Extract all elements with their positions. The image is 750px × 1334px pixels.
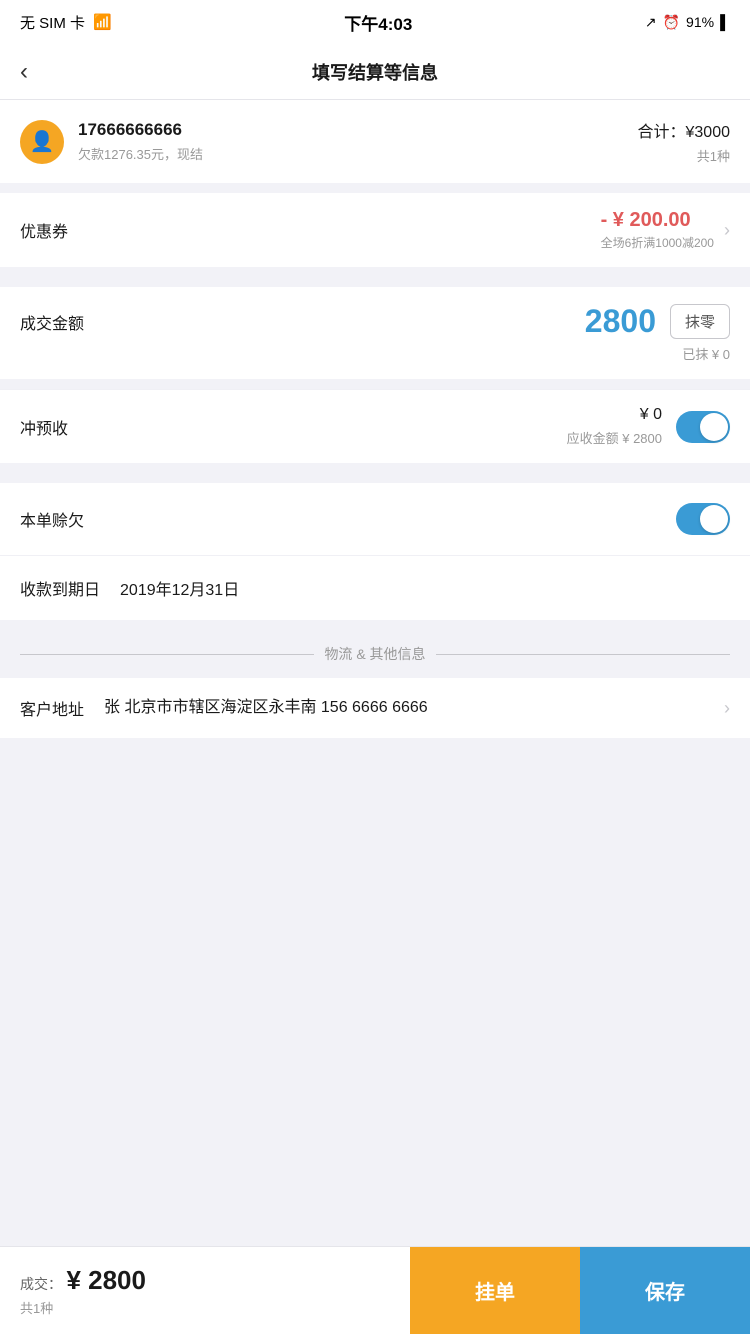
battery-icon: ▌ <box>720 14 730 30</box>
content-area: 👤 17666666666 欠款1276.35元，现结 合计：¥3000 共1种… <box>0 100 750 968</box>
customer-total: 合计：¥3000 <box>637 118 730 142</box>
coupon-label: 优惠券 <box>20 218 68 242</box>
prepay-right: ¥ 0 应收金额 ¥ 2800 <box>567 406 730 447</box>
section-divider-1 <box>0 277 750 287</box>
bottom-gray-area <box>0 748 750 868</box>
bottom-total-line: 成交： ¥ 2800 <box>20 1265 390 1296</box>
due-date-section: 收款到期日 2019年12月31日 <box>0 555 750 620</box>
clock-icon: ⏰ <box>663 14 680 31</box>
hang-button[interactable]: 挂单 <box>410 1247 580 1334</box>
address-label: 客户地址 <box>20 696 90 720</box>
total-value: ¥3000 <box>686 124 731 141</box>
due-label: 收款到期日 <box>20 576 100 600</box>
customer-sub: 欠款1276.35元，现结 <box>78 144 203 163</box>
amount-value: 2800 <box>585 303 656 340</box>
status-left: 无 SIM 卡 📶 <box>20 12 112 33</box>
prepay-section: 冲预收 ¥ 0 应收金额 ¥ 2800 <box>0 389 750 463</box>
customer-count: 共1种 <box>637 146 730 165</box>
avatar-icon: 👤 <box>30 129 55 154</box>
amount-row: 成交金额 2800 抹零 <box>20 303 730 340</box>
status-bar: 无 SIM 卡 📶 下午4:03 ↗ ⏰ 91% ▌ <box>0 0 750 44</box>
logistics-divider: 物流 & 其他信息 <box>0 630 750 678</box>
prepay-sub: 应收金额 ¥ 2800 <box>567 428 662 447</box>
prepay-row: 冲预收 ¥ 0 应收金额 ¥ 2800 <box>20 406 730 447</box>
customer-info: 17666666666 欠款1276.35元，现结 <box>78 120 203 163</box>
debt-toggle[interactable] <box>676 503 730 535</box>
bottom-bar: 成交： ¥ 2800 共1种 挂单 保存 <box>0 1246 750 1334</box>
amount-section: 成交金额 2800 抹零 已抹 ¥ 0 <box>0 287 750 379</box>
wifi-icon: 📶 <box>93 13 112 31</box>
customer-phone: 17666666666 <box>78 120 203 140</box>
gps-icon: ↗ <box>645 14 657 31</box>
debt-label: 本单赊欠 <box>20 507 84 531</box>
bottom-actions: 挂单 保存 <box>410 1247 750 1334</box>
coupon-row[interactable]: 优惠券 - ¥ 200.00 全场6折满1000减200 › <box>0 193 750 267</box>
address-section[interactable]: 客户地址 张 北京市市辖区海淀区永丰南 156 6666 6666 › <box>0 678 750 738</box>
page-title: 填写结算等信息 <box>312 59 438 85</box>
round-button[interactable]: 抹零 <box>670 304 730 339</box>
amount-sub: 已抹 ¥ 0 <box>20 344 730 363</box>
save-button[interactable]: 保存 <box>580 1247 750 1334</box>
battery-text: 91% <box>686 14 714 30</box>
no-sim-text: 无 SIM 卡 <box>20 12 85 33</box>
section-divider-2 <box>0 463 750 473</box>
coupon-right: - ¥ 200.00 全场6折满1000减200 › <box>601 209 730 251</box>
total-label: 合计： <box>637 124 685 141</box>
customer-right: 合计：¥3000 共1种 <box>637 118 730 165</box>
logistics-text: 物流 & 其他信息 <box>324 644 425 664</box>
prepay-toggle[interactable] <box>676 411 730 443</box>
coupon-amount: - ¥ 200.00 <box>601 209 714 232</box>
nav-bar: ‹ 填写结算等信息 <box>0 44 750 100</box>
prepay-value: ¥ 0 <box>567 406 662 424</box>
amount-right: 2800 抹零 <box>585 303 730 340</box>
address-chevron-icon: › <box>724 698 730 719</box>
status-right: ↗ ⏰ 91% ▌ <box>645 14 730 31</box>
coupon-chevron-icon: › <box>724 220 730 241</box>
bottom-amount: ¥ 2800 <box>66 1265 146 1295</box>
logistics-line-left <box>20 654 314 655</box>
coupon-desc: 全场6折满1000减200 <box>601 234 714 251</box>
due-value: 2019年12月31日 <box>120 576 239 600</box>
customer-card: 👤 17666666666 欠款1276.35元，现结 合计：¥3000 共1种 <box>0 100 750 183</box>
status-time: 下午4:03 <box>344 10 412 35</box>
bottom-summary: 成交： ¥ 2800 共1种 <box>0 1265 410 1317</box>
avatar: 👤 <box>20 120 64 164</box>
debt-section: 本单赊欠 <box>0 483 750 555</box>
bottom-count: 共1种 <box>20 1298 390 1317</box>
amount-label: 成交金额 <box>20 310 84 334</box>
back-button[interactable]: ‹ <box>20 58 28 86</box>
bottom-total-label: 成交： <box>20 1276 62 1292</box>
prepay-label: 冲预收 <box>20 415 68 439</box>
customer-left: 👤 17666666666 欠款1276.35元，现结 <box>20 120 203 164</box>
logistics-line-right <box>436 654 730 655</box>
address-value: 张 北京市市辖区海淀区永丰南 156 6666 6666 <box>104 696 724 720</box>
